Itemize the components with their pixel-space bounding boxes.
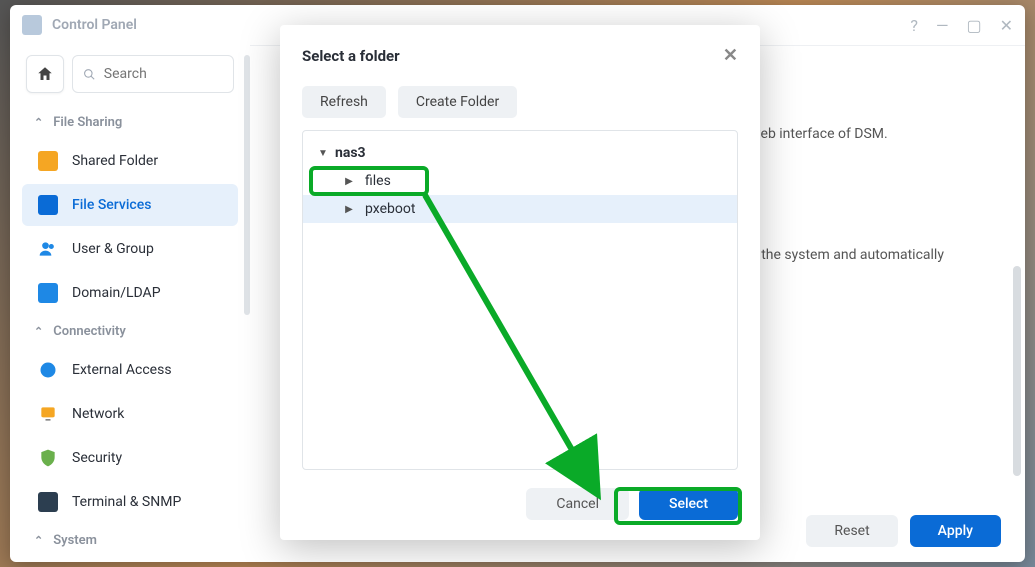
search-box[interactable] bbox=[72, 55, 234, 93]
refresh-button[interactable]: Refresh bbox=[302, 86, 386, 118]
sidebar-item-label: Domain/LDAP bbox=[72, 285, 161, 301]
sidebar-item-user-group[interactable]: User & Group bbox=[22, 228, 238, 270]
cancel-button[interactable]: Cancel bbox=[526, 488, 629, 520]
sidebar-item-file-services[interactable]: File Services bbox=[22, 184, 238, 226]
expand-arrow-icon[interactable]: ▼ bbox=[317, 148, 329, 159]
minimize-icon[interactable]: — bbox=[936, 16, 949, 35]
sidebar-item-shared-folder[interactable]: Shared Folder bbox=[22, 140, 238, 182]
folder-icon bbox=[38, 151, 58, 171]
sidebar-item-domain-ldap[interactable]: Domain/LDAP bbox=[22, 272, 238, 314]
sidebar-item-label: External Access bbox=[72, 362, 172, 378]
reset-button[interactable]: Reset bbox=[806, 515, 897, 547]
section-system[interactable]: ⌃ System bbox=[18, 525, 242, 556]
app-icon bbox=[22, 15, 42, 35]
dialog-close-icon[interactable]: ✕ bbox=[723, 45, 738, 66]
sidebar-item-external-access[interactable]: External Access bbox=[22, 349, 238, 391]
sidebar-item-label: File Services bbox=[72, 197, 151, 213]
tree-label: files bbox=[365, 173, 391, 189]
window-controls: ? — ▢ ✕ bbox=[910, 16, 1013, 35]
search-icon bbox=[83, 67, 96, 82]
section-label: Connectivity bbox=[53, 324, 126, 339]
select-folder-dialog: Select a folder ✕ Refresh Create Folder … bbox=[280, 25, 760, 540]
tree-label: pxeboot bbox=[365, 201, 415, 217]
apply-button[interactable]: Apply bbox=[910, 515, 1001, 547]
home-button[interactable] bbox=[26, 55, 64, 93]
chevron-up-icon: ⌃ bbox=[34, 325, 43, 338]
content-snippet: web interface of DSM. bbox=[750, 126, 1005, 142]
chevron-up-icon: ⌃ bbox=[34, 534, 43, 547]
folder-tree: ▼ nas3 ▶ files ▶ pxeboot bbox=[302, 130, 738, 470]
tree-node-pxeboot[interactable]: ▶ pxeboot bbox=[303, 195, 737, 223]
footer-buttons: Reset Apply bbox=[806, 515, 1001, 547]
globe-icon bbox=[38, 360, 58, 380]
select-button[interactable]: Select bbox=[639, 488, 738, 520]
expand-arrow-icon[interactable]: ▶ bbox=[343, 204, 355, 215]
network-icon bbox=[38, 404, 58, 424]
tree-node-root[interactable]: ▼ nas3 bbox=[303, 139, 737, 167]
close-icon[interactable]: ✕ bbox=[1000, 16, 1013, 35]
section-file-sharing[interactable]: ⌃ File Sharing bbox=[18, 107, 242, 138]
maximize-icon[interactable]: ▢ bbox=[966, 16, 981, 35]
tree-label: nas3 bbox=[335, 145, 366, 161]
sidebar-item-label: Shared Folder bbox=[72, 153, 158, 169]
search-input[interactable] bbox=[104, 66, 223, 82]
home-icon bbox=[36, 65, 54, 83]
sidebar-item-network[interactable]: Network bbox=[22, 393, 238, 435]
content-snippet: n the system and automatically bbox=[750, 247, 1005, 263]
services-icon bbox=[38, 195, 58, 215]
shield-icon bbox=[38, 448, 58, 468]
section-label: System bbox=[53, 533, 97, 548]
domain-icon bbox=[38, 283, 58, 303]
chevron-up-icon: ⌃ bbox=[34, 116, 43, 129]
expand-arrow-icon[interactable]: ▶ bbox=[343, 176, 355, 187]
dialog-title: Select a folder bbox=[302, 47, 400, 65]
sidebar-item-label: Security bbox=[72, 450, 122, 466]
content-scrollbar[interactable] bbox=[1013, 266, 1021, 476]
section-connectivity[interactable]: ⌃ Connectivity bbox=[18, 316, 242, 347]
terminal-icon bbox=[38, 492, 58, 512]
sidebar-item-security[interactable]: Security bbox=[22, 437, 238, 479]
sidebar-item-label: Terminal & SNMP bbox=[72, 494, 181, 510]
tree-node-files[interactable]: ▶ files bbox=[303, 167, 737, 195]
sidebar-item-terminal[interactable]: Terminal & SNMP bbox=[22, 481, 238, 523]
help-icon[interactable]: ? bbox=[910, 16, 918, 35]
sidebar-item-label: Network bbox=[72, 406, 124, 422]
users-icon bbox=[38, 239, 58, 259]
create-folder-button[interactable]: Create Folder bbox=[398, 86, 517, 118]
sidebar: ⌃ File Sharing Shared Folder File Servic… bbox=[10, 45, 250, 562]
section-label: File Sharing bbox=[53, 115, 122, 130]
sidebar-item-label: User & Group bbox=[72, 241, 154, 257]
